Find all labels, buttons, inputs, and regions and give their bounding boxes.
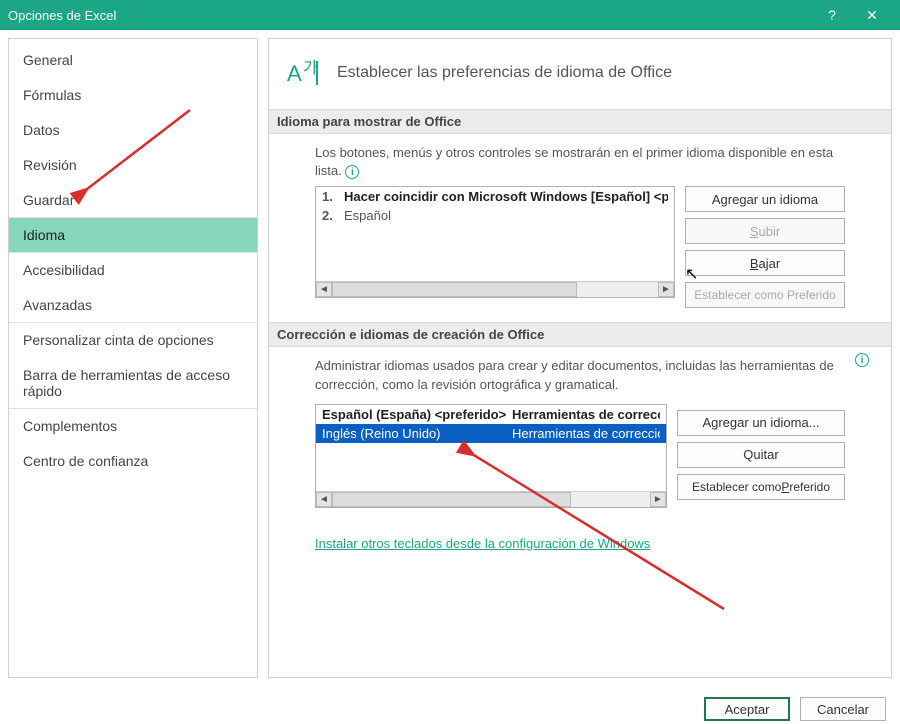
- sidebar-item-general[interactable]: General: [9, 43, 257, 78]
- move-down-button[interactable]: Bajar: [685, 250, 845, 276]
- scroll-right-icon[interactable]: ►: [650, 492, 666, 507]
- help-button[interactable]: ?: [812, 0, 852, 30]
- set-preferred-button: Establecer como Preferido: [685, 282, 845, 308]
- sidebar-item-save[interactable]: Guardar: [9, 183, 257, 218]
- language-icon: A가: [287, 55, 323, 91]
- section-display-language: Los botones, menús y otros controles se …: [287, 134, 873, 322]
- list-item[interactable]: Español (España) <preferido> Herramienta…: [316, 405, 666, 424]
- sidebar-item-data[interactable]: Datos: [9, 113, 257, 148]
- cancel-button[interactable]: Cancelar: [800, 697, 886, 721]
- sidebar-item-quick-access[interactable]: Barra de herramientas de acceso rápido: [9, 358, 257, 409]
- sidebar-item-customize-ribbon[interactable]: Personalizar cinta de opciones: [9, 323, 257, 358]
- content-panel: A가 Establecer las preferencias de idioma…: [268, 38, 892, 678]
- list-item[interactable]: 2. Español: [316, 206, 674, 225]
- install-keyboards-link[interactable]: Instalar otros teclados desde la configu…: [315, 536, 650, 551]
- sidebar-item-accessibility[interactable]: Accesibilidad: [9, 253, 257, 288]
- sidebar-item-proofing[interactable]: Revisión: [9, 148, 257, 183]
- ok-button[interactable]: Aceptar: [704, 697, 790, 721]
- display-language-list[interactable]: 1. Hacer coincidir con Microsoft Windows…: [315, 186, 675, 298]
- move-up-button: Subir: [685, 218, 845, 244]
- display-language-desc: Los botones, menús y otros controles se …: [315, 145, 833, 178]
- info-icon[interactable]: i: [345, 165, 359, 179]
- scrollbar[interactable]: ◄ ►: [316, 281, 674, 297]
- authoring-desc: Administrar idiomas usados para crear y …: [315, 357, 845, 393]
- section-authoring: i Administrar idiomas usados para crear …: [287, 347, 873, 521]
- list-item[interactable]: 1. Hacer coincidir con Microsoft Windows…: [316, 187, 674, 206]
- scrollbar[interactable]: ◄ ►: [316, 491, 666, 507]
- sidebar-item-language[interactable]: Idioma: [9, 218, 257, 253]
- add-language-button[interactable]: Agregar un idioma...: [677, 410, 845, 436]
- window-title: Opciones de Excel: [8, 8, 812, 23]
- sidebar-item-advanced[interactable]: Avanzadas: [9, 288, 257, 323]
- svg-text:가: 가: [303, 59, 318, 77]
- authoring-language-buttons: Agregar un idioma... Quitar Establecer c…: [677, 400, 845, 508]
- svg-text:A: A: [287, 61, 302, 86]
- title-bar: Opciones de Excel ? ✕: [0, 0, 900, 30]
- info-icon[interactable]: i: [855, 353, 869, 367]
- authoring-language-list[interactable]: Español (España) <preferido> Herramienta…: [315, 404, 667, 508]
- page-header: A가 Establecer las preferencias de idioma…: [287, 55, 873, 91]
- display-language-buttons: Agregar un idioma Subir Bajar Establecer…: [685, 186, 845, 308]
- close-button[interactable]: ✕: [852, 0, 892, 30]
- section-authoring-title: Corrección e idiomas de creación de Offi…: [269, 322, 891, 347]
- dialog-footer: Aceptar Cancelar: [0, 694, 900, 724]
- scroll-left-icon[interactable]: ◄: [316, 492, 332, 507]
- sidebar-item-formulas[interactable]: Fórmulas: [9, 78, 257, 113]
- remove-language-button[interactable]: Quitar: [677, 442, 845, 468]
- page-title: Establecer las preferencias de idioma de…: [337, 64, 672, 82]
- set-preferred-button[interactable]: Establecer como Preferido: [677, 474, 845, 500]
- add-language-button[interactable]: Agregar un idioma: [685, 186, 845, 212]
- list-item-selected[interactable]: Inglés (Reino Unido) Herramientas de cor…: [316, 424, 666, 443]
- sidebar-item-trust-center[interactable]: Centro de confianza: [9, 444, 257, 479]
- sidebar-item-addins[interactable]: Complementos: [9, 409, 257, 444]
- scroll-right-icon[interactable]: ►: [658, 282, 674, 297]
- scroll-left-icon[interactable]: ◄: [316, 282, 332, 297]
- sidebar: General Fórmulas Datos Revisión Guardar …: [8, 38, 258, 678]
- section-display-language-title: Idioma para mostrar de Office: [269, 109, 891, 134]
